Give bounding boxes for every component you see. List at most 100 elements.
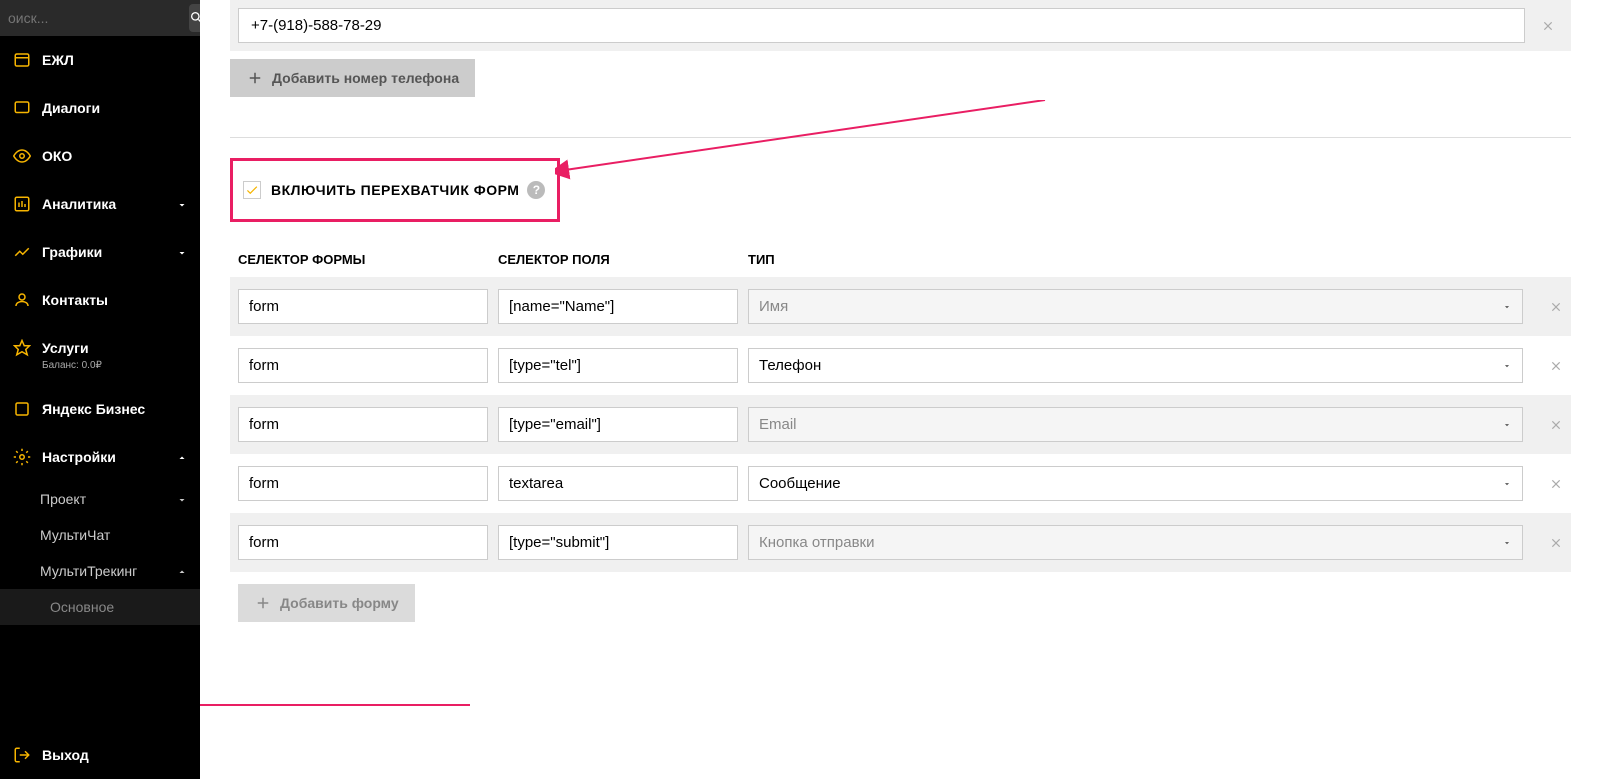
add-phone-button[interactable]: Добавить номер телефона	[230, 59, 475, 97]
nav: ЕЖЛ Диалоги ОКО Аналитика Графики	[0, 36, 200, 731]
chevron-down-icon	[176, 246, 188, 258]
field-selector-input[interactable]	[498, 466, 738, 501]
type-value: Сообщение	[759, 475, 841, 492]
form-selector-input[interactable]	[238, 525, 488, 560]
table-row: Имя	[230, 277, 1571, 336]
header-field: СЕЛЕКТОР ПОЛЯ	[498, 252, 738, 267]
type-select[interactable]: Email	[748, 407, 1523, 442]
chevron-up-icon	[176, 565, 188, 577]
type-select[interactable]: Телефон	[748, 348, 1523, 383]
chevron-down-icon	[176, 198, 188, 210]
sidebar: ЕЖЛ Диалоги ОКО Аналитика Графики	[0, 0, 200, 779]
phone-input[interactable]	[238, 8, 1525, 43]
nav-label: Контакты	[42, 292, 188, 308]
remove-row-button[interactable]	[1541, 410, 1571, 440]
remove-phone-button[interactable]	[1533, 11, 1563, 41]
form-selector-input[interactable]	[238, 348, 488, 383]
nav-label: Выход	[42, 747, 188, 763]
type-select[interactable]: Кнопка отправки	[748, 525, 1523, 560]
header-type: ТИП	[748, 252, 1523, 267]
subnav-multichat[interactable]: МультиЧат	[0, 517, 200, 553]
close-icon	[1549, 477, 1563, 491]
plus-icon	[254, 594, 272, 612]
nav-dialogs[interactable]: Диалоги	[0, 84, 200, 132]
field-selector-input[interactable]	[498, 348, 738, 383]
table-header: СЕЛЕКТОР ФОРМЫ СЕЛЕКТОР ПОЛЯ ТИП	[230, 242, 1571, 277]
intercept-checkbox[interactable]	[243, 181, 261, 199]
nav-label: Диалоги	[42, 100, 188, 116]
list-icon	[12, 50, 32, 70]
remove-row-button[interactable]	[1541, 351, 1571, 381]
field-selector-input[interactable]	[498, 525, 738, 560]
gear-icon	[12, 447, 32, 467]
nav-label: Аналитика	[42, 196, 176, 212]
nav-services[interactable]: Услуги Баланс: 0.0₽	[0, 324, 200, 385]
form-selector-input[interactable]	[238, 289, 488, 324]
charts-icon	[12, 242, 32, 262]
chat-icon	[12, 98, 32, 118]
chevron-down-icon	[1502, 538, 1512, 548]
form-selector-input[interactable]	[238, 466, 488, 501]
intercept-section: ВКЛЮЧИТЬ ПЕРЕХВАТЧИК ФОРМ ?	[230, 158, 560, 222]
annotation-arrow-1	[555, 100, 1055, 190]
add-phone-label: Добавить номер телефона	[272, 70, 459, 86]
form-table: СЕЛЕКТОР ФОРМЫ СЕЛЕКТОР ПОЛЯ ТИП Имя Тел…	[230, 242, 1571, 634]
star-icon	[12, 338, 32, 358]
subnav-project[interactable]: Проект	[0, 481, 200, 517]
close-icon	[1541, 19, 1555, 33]
type-value: Имя	[759, 298, 788, 315]
close-icon	[1549, 300, 1563, 314]
remove-row-button[interactable]	[1541, 469, 1571, 499]
close-icon	[1549, 536, 1563, 550]
analytics-icon	[12, 194, 32, 214]
balance-text: Баланс: 0.0₽	[42, 360, 102, 371]
nav-oko[interactable]: ОКО	[0, 132, 200, 180]
nav-label: ЕЖЛ	[42, 52, 188, 68]
type-select[interactable]: Сообщение	[748, 466, 1523, 501]
table-row: Email	[230, 395, 1571, 454]
nav-label: Графики	[42, 244, 176, 260]
table-row: Телефон	[230, 336, 1571, 395]
chevron-up-icon	[176, 451, 188, 463]
nav-ezhl[interactable]: ЕЖЛ	[0, 36, 200, 84]
nav-label: Яндекс Бизнес	[42, 401, 188, 417]
chevron-down-icon	[1502, 420, 1512, 430]
chevron-down-icon	[1502, 361, 1512, 371]
nav-settings[interactable]: Настройки	[0, 433, 200, 481]
nav-exit[interactable]: Выход	[0, 731, 200, 779]
eye-icon	[12, 146, 32, 166]
nav-contacts[interactable]: Контакты	[0, 276, 200, 324]
add-form-button[interactable]: Добавить форму	[238, 584, 415, 622]
subnav-multitracking[interactable]: МультиТрекинг	[0, 553, 200, 589]
close-icon	[1549, 359, 1563, 373]
help-icon[interactable]: ?	[527, 181, 545, 199]
subnav-label: Проект	[40, 491, 176, 507]
add-form-label: Добавить форму	[280, 595, 399, 611]
field-selector-input[interactable]	[498, 407, 738, 442]
nav-yandex[interactable]: Яндекс Бизнес	[0, 385, 200, 433]
nav-label: Услуги	[42, 340, 188, 356]
nav-charts[interactable]: Графики	[0, 228, 200, 276]
divider	[230, 137, 1571, 138]
chevron-down-icon	[176, 493, 188, 505]
main-content: Добавить номер телефона ВКЛЮЧИТЬ ПЕРЕХВА…	[200, 0, 1601, 779]
phone-section: Добавить номер телефона	[230, 0, 1571, 97]
header-form: СЕЛЕКТОР ФОРМЫ	[238, 252, 488, 267]
subnav-label: МультиЧат	[40, 527, 188, 543]
form-selector-input[interactable]	[238, 407, 488, 442]
subnav-label: МультиТрекинг	[40, 563, 176, 579]
type-value: Телефон	[759, 357, 821, 374]
nav-label: ОКО	[42, 148, 188, 164]
remove-row-button[interactable]	[1541, 292, 1571, 322]
nav-analytics[interactable]: Аналитика	[0, 180, 200, 228]
table-row: Кнопка отправки	[230, 513, 1571, 572]
search-input[interactable]	[8, 10, 189, 26]
type-select[interactable]: Имя	[748, 289, 1523, 324]
chevron-down-icon	[1502, 302, 1512, 312]
search-row	[0, 0, 200, 36]
type-value: Email	[759, 416, 797, 433]
remove-row-button[interactable]	[1541, 528, 1571, 558]
subsubnav-main[interactable]: Основное	[0, 589, 200, 625]
field-selector-input[interactable]	[498, 289, 738, 324]
nav-label: Настройки	[42, 449, 176, 465]
